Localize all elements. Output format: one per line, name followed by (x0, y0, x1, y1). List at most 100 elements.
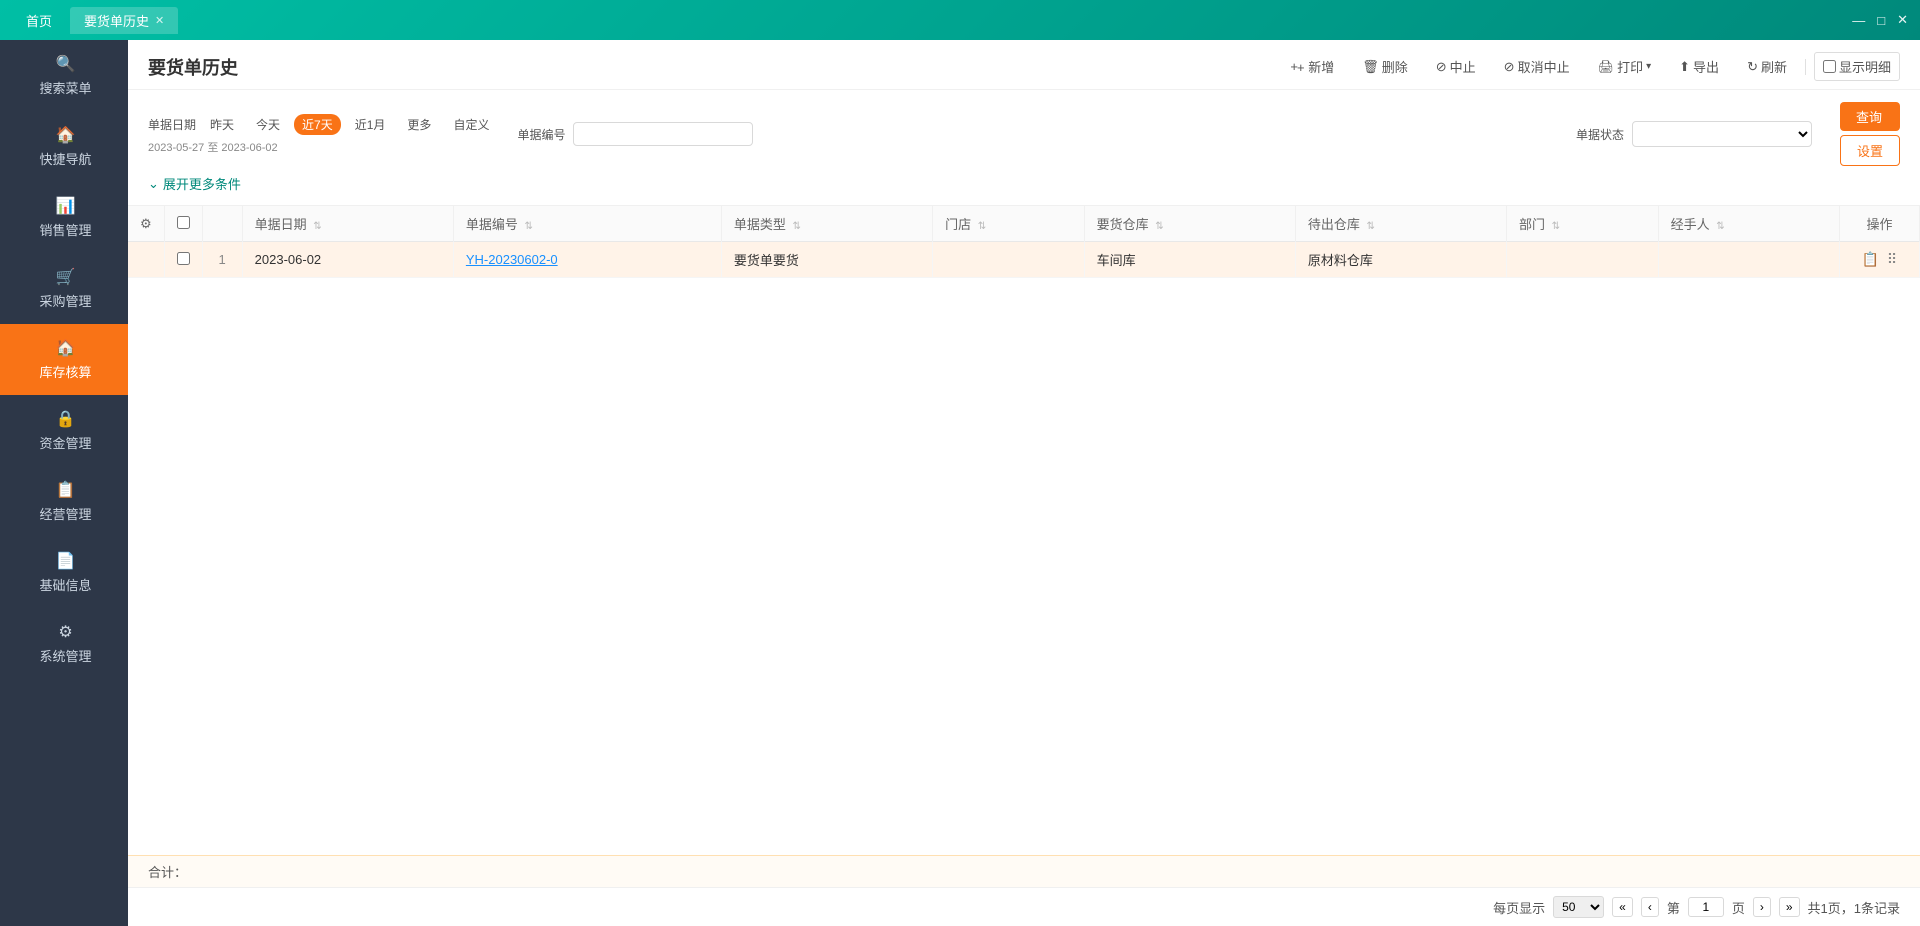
department-col-header[interactable]: 部门 ⇅ (1507, 206, 1659, 242)
table-header-row: ⚙ 单据日期 ⇅ 单据编号 ⇅ (128, 206, 1920, 242)
more-icon[interactable]: ⠿ (1887, 251, 1897, 267)
close-icon[interactable]: ✕ (1897, 12, 1908, 28)
display-cell-checkbox[interactable] (1823, 60, 1836, 73)
cart-icon: 🛒 (56, 267, 76, 287)
tab-close-icon[interactable]: ✕ (155, 14, 164, 27)
checkbox-col-header (164, 206, 202, 242)
row-store-cell (933, 242, 1085, 278)
refresh-icon: ↻ (1747, 59, 1758, 75)
bill-no-filter-group: 单据编号 (517, 122, 753, 146)
date-range-display: 2023-05-27 至 2023-06-02 (148, 139, 497, 155)
date-today[interactable]: 今天 (248, 114, 288, 135)
status-select[interactable] (1632, 121, 1812, 147)
sidebar-purchase-label: 采购管理 (39, 291, 91, 310)
tab-home[interactable]: 首页 (12, 7, 66, 34)
table-container: ⚙ 单据日期 ⇅ 单据编号 ⇅ (128, 206, 1920, 855)
export-button[interactable]: ⬆ 导出 (1669, 53, 1729, 80)
date-col-header[interactable]: 单据日期 ⇅ (242, 206, 453, 242)
sidebar-item-inventory[interactable]: 🏠 库存核算 (0, 324, 128, 395)
date-1month[interactable]: 近1月 (347, 114, 394, 135)
select-all-checkbox[interactable] (177, 216, 190, 229)
page-input[interactable] (1688, 897, 1724, 917)
status-filter-group: 单据状态 (1576, 121, 1812, 147)
sidebar-item-search[interactable]: 🔍 搜索菜单 (0, 40, 128, 111)
ops-col-header: 操作 (1840, 206, 1920, 242)
sidebar-item-basic[interactable]: 📄 基础信息 (0, 537, 128, 608)
warehouse-icon: 🏠 (56, 338, 76, 358)
display-cell-button[interactable]: 显示明细 (1814, 52, 1900, 81)
query-button[interactable]: 查询 (1840, 102, 1900, 131)
req-warehouse-col-header[interactable]: 要货仓库 ⇅ (1084, 206, 1295, 242)
settings-col-header[interactable]: ⚙ (128, 206, 164, 242)
minimize-icon[interactable]: — (1852, 13, 1865, 28)
expand-icon: ⌄ (148, 176, 159, 192)
next-page-button[interactable]: › (1753, 897, 1771, 917)
sidebar-item-quicknav[interactable]: 🏠 快捷导航 (0, 111, 128, 182)
table-row[interactable]: 1 2023-06-02 YH-20230602-0 要货单要货 车间库 原材料… (128, 242, 1920, 278)
stop-icon: ⊘ (1436, 59, 1447, 75)
main-layout: 🔍 搜索菜单 🏠 快捷导航 📊 销售管理 🛒 采购管理 🏠 库存核算 🔒 资金管… (0, 40, 1920, 926)
row-checkbox[interactable] (177, 252, 190, 265)
sidebar-item-operations[interactable]: 📋 经营管理 (0, 466, 128, 537)
search-icon: 🔍 (56, 54, 76, 74)
handler-col-header[interactable]: 经手人 ⇅ (1658, 206, 1839, 242)
sidebar-search-label: 搜索菜单 (39, 78, 91, 97)
content-area: 要货单历史 + + 新增 🗑 删除 ⊘ 中止 ⊘ 取消中止 (128, 40, 1920, 926)
status-label: 单据状态 (1576, 126, 1624, 143)
maximize-icon[interactable]: □ (1877, 13, 1885, 28)
last-page-button[interactable]: » (1779, 897, 1800, 917)
date-more[interactable]: 更多 (399, 114, 439, 135)
row-billtype-cell: 要货单要货 (721, 242, 932, 278)
sidebar-item-finance[interactable]: 🔒 资金管理 (0, 395, 128, 466)
row-date-cell: 2023-06-02 (242, 242, 453, 278)
sidebar-inventory-label: 库存核算 (39, 362, 91, 381)
table-footer: 合计： (128, 855, 1920, 887)
row-department-cell (1507, 242, 1659, 278)
chart-icon: 📊 (56, 196, 76, 216)
clipboard-icon: 📋 (56, 480, 76, 500)
sidebar-operations-label: 经营管理 (39, 504, 91, 523)
store-col-header[interactable]: 门店 ⇅ (933, 206, 1085, 242)
stop-button[interactable]: ⊘ 中止 (1426, 53, 1486, 80)
print-button[interactable]: 🖨 打印 ▾ (1588, 53, 1662, 80)
pending-warehouse-col-header[interactable]: 待出仓库 ⇅ (1295, 206, 1506, 242)
row-billno-cell[interactable]: YH-20230602-0 (453, 242, 721, 278)
sidebar-item-purchase[interactable]: 🛒 采购管理 (0, 253, 128, 324)
page-end-label: 页 (1732, 898, 1745, 917)
cancel-stop-button[interactable]: ⊘ 取消中止 (1494, 53, 1580, 80)
bill-no-input[interactable] (573, 122, 753, 146)
settings-button[interactable]: 设置 (1840, 135, 1900, 166)
lock-icon: 🔒 (56, 409, 76, 429)
billno-sort-icon: ⇅ (525, 221, 533, 232)
pending-warehouse-sort-icon: ⇅ (1366, 221, 1374, 232)
bill-no-link[interactable]: YH-20230602-0 (466, 252, 558, 267)
row-pending-warehouse-cell: 原材料仓库 (1295, 242, 1506, 278)
sidebar: 🔍 搜索菜单 🏠 快捷导航 📊 销售管理 🛒 采购管理 🏠 库存核算 🔒 资金管… (0, 40, 128, 926)
prev-page-button[interactable]: ‹ (1641, 897, 1659, 917)
tab-bar: 首页 要货单历史 ✕ (12, 7, 178, 34)
tab-requisition-history[interactable]: 要货单历史 ✕ (70, 7, 178, 34)
refresh-button[interactable]: ↻ 刷新 (1737, 53, 1797, 80)
billtype-col-header[interactable]: 单据类型 ⇅ (721, 206, 932, 242)
pagination: 每页显示 50 100 200 « ‹ 第 页 › » 共1页，1条记录 (128, 887, 1920, 926)
sidebar-sales-label: 销售管理 (39, 220, 91, 239)
delete-button[interactable]: 🗑 删除 (1352, 53, 1418, 80)
date-filters: 昨天 今天 近7天 近1月 更多 自定义 (202, 114, 497, 135)
num-col-header (202, 206, 242, 242)
sidebar-item-system[interactable]: ⚙ 系统管理 (0, 608, 128, 679)
edit-icon[interactable]: 📋 (1862, 251, 1879, 267)
first-page-button[interactable]: « (1612, 897, 1633, 917)
dept-sort-icon: ⇅ (1552, 221, 1560, 232)
new-button[interactable]: + + 新增 (1280, 53, 1344, 80)
date-7days[interactable]: 近7天 (294, 114, 341, 135)
print-icon: 🖨 (1598, 59, 1615, 75)
home-icon: 🏠 (56, 125, 76, 145)
page-size-select[interactable]: 50 100 200 (1553, 896, 1604, 918)
sidebar-item-sales[interactable]: 📊 销售管理 (0, 182, 128, 253)
expand-more-button[interactable]: ⌄ 展开更多条件 (148, 174, 1900, 193)
billno-col-header[interactable]: 单据编号 ⇅ (453, 206, 721, 242)
action-divider (1805, 59, 1806, 75)
date-custom[interactable]: 自定义 (445, 114, 497, 135)
billtype-sort-icon: ⇅ (793, 221, 801, 232)
date-yesterday[interactable]: 昨天 (202, 114, 242, 135)
